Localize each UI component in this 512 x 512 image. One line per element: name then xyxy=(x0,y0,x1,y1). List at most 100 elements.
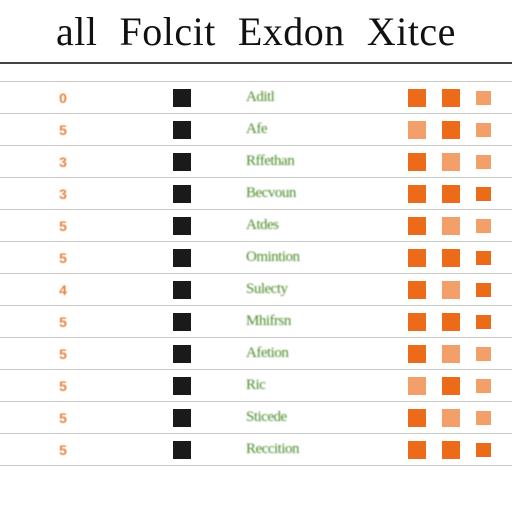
marker-cell[interactable] xyxy=(122,281,242,299)
orange-square-icon[interactable] xyxy=(408,121,426,139)
spacer-row xyxy=(0,66,512,82)
table-row[interactable]: 5 Atdes xyxy=(0,210,512,242)
status-cells[interactable] xyxy=(396,217,512,235)
marker-cell[interactable] xyxy=(122,217,242,235)
spreadsheet-grid[interactable]: 0 Aditl 5 Afe 3 Rffethan 3Becvoun 5 Atdes 5Ominti… xyxy=(0,66,512,512)
row-number: 5 xyxy=(4,346,122,362)
orange-square-icon[interactable] xyxy=(408,441,426,459)
orange-square-icon[interactable] xyxy=(476,219,491,233)
orange-square-icon[interactable] xyxy=(408,153,426,171)
row-label: Sulecty xyxy=(242,281,396,298)
status-cells[interactable] xyxy=(396,313,512,331)
row-number: 5 xyxy=(4,410,122,426)
black-square-icon xyxy=(173,153,191,171)
black-square-icon xyxy=(173,345,191,363)
orange-square-icon[interactable] xyxy=(408,345,426,363)
row-number: 5 xyxy=(4,122,122,138)
row-number: 5 xyxy=(4,378,122,394)
table-row[interactable]: 5Sticede xyxy=(0,402,512,434)
table-row[interactable]: 3Becvoun xyxy=(0,178,512,210)
status-cells[interactable] xyxy=(396,153,512,171)
black-square-icon xyxy=(173,377,191,395)
marker-cell[interactable] xyxy=(122,89,242,107)
marker-cell[interactable] xyxy=(122,153,242,171)
orange-square-icon[interactable] xyxy=(476,91,491,105)
table-row[interactable]: 5 Mhifrsn xyxy=(0,306,512,338)
marker-cell[interactable] xyxy=(122,121,242,139)
orange-square-icon[interactable] xyxy=(442,409,460,427)
orange-square-icon[interactable] xyxy=(476,155,491,169)
orange-square-icon[interactable] xyxy=(442,249,460,267)
orange-square-icon[interactable] xyxy=(442,89,460,107)
marker-cell[interactable] xyxy=(122,441,242,459)
status-cells[interactable] xyxy=(396,377,512,395)
black-square-icon xyxy=(173,409,191,427)
orange-square-icon[interactable] xyxy=(408,313,426,331)
orange-square-icon[interactable] xyxy=(408,409,426,427)
orange-square-icon[interactable] xyxy=(408,249,426,267)
black-square-icon xyxy=(173,441,191,459)
table-row[interactable]: 5Reccition xyxy=(0,434,512,466)
orange-square-icon[interactable] xyxy=(476,315,491,329)
orange-square-icon[interactable] xyxy=(442,345,460,363)
table-row[interactable]: 5 Afe xyxy=(0,114,512,146)
orange-square-icon[interactable] xyxy=(408,185,426,203)
table-row[interactable]: 5Ric xyxy=(0,370,512,402)
row-number: 3 xyxy=(4,154,122,170)
orange-square-icon[interactable] xyxy=(476,411,491,425)
black-square-icon xyxy=(173,313,191,331)
orange-square-icon[interactable] xyxy=(476,251,491,265)
status-cells[interactable] xyxy=(396,441,512,459)
table-row[interactable]: 0 Aditl xyxy=(0,82,512,114)
orange-square-icon[interactable] xyxy=(408,89,426,107)
status-cells[interactable] xyxy=(396,89,512,107)
orange-square-icon[interactable] xyxy=(442,441,460,459)
orange-square-icon[interactable] xyxy=(408,281,426,299)
orange-square-icon[interactable] xyxy=(476,187,491,201)
row-number: 5 xyxy=(4,314,122,330)
row-label: Afe xyxy=(242,121,396,138)
orange-square-icon[interactable] xyxy=(408,377,426,395)
orange-square-icon[interactable] xyxy=(442,153,460,171)
orange-square-icon[interactable] xyxy=(476,123,491,137)
status-cells[interactable] xyxy=(396,345,512,363)
orange-square-icon[interactable] xyxy=(476,283,491,297)
orange-square-icon[interactable] xyxy=(442,377,460,395)
black-square-icon xyxy=(173,121,191,139)
orange-square-icon[interactable] xyxy=(476,443,491,457)
black-square-icon xyxy=(173,89,191,107)
table-row[interactable]: 5 Afetion xyxy=(0,338,512,370)
orange-square-icon[interactable] xyxy=(442,281,460,299)
status-cells[interactable] xyxy=(396,185,512,203)
row-label: Afetion xyxy=(242,345,396,362)
row-label: Atdes xyxy=(242,217,396,234)
row-label: Mhifrsn xyxy=(242,313,396,330)
marker-cell[interactable] xyxy=(122,409,242,427)
status-cells[interactable] xyxy=(396,409,512,427)
table-row[interactable]: 4Sulecty xyxy=(0,274,512,306)
row-label: Aditl xyxy=(242,89,396,106)
marker-cell[interactable] xyxy=(122,249,242,267)
row-number: 0 xyxy=(4,90,122,106)
marker-cell[interactable] xyxy=(122,185,242,203)
status-cells[interactable] xyxy=(396,121,512,139)
black-square-icon xyxy=(173,249,191,267)
status-cells[interactable] xyxy=(396,281,512,299)
marker-cell[interactable] xyxy=(122,313,242,331)
status-cells[interactable] xyxy=(396,249,512,267)
row-label: Becvoun xyxy=(242,185,396,202)
orange-square-icon[interactable] xyxy=(476,379,491,393)
orange-square-icon[interactable] xyxy=(442,121,460,139)
row-number: 5 xyxy=(4,218,122,234)
row-number: 5 xyxy=(4,250,122,266)
orange-square-icon[interactable] xyxy=(442,217,460,235)
orange-square-icon[interactable] xyxy=(476,347,491,361)
orange-square-icon[interactable] xyxy=(442,185,460,203)
orange-square-icon[interactable] xyxy=(442,313,460,331)
table-row[interactable]: 5Omintion xyxy=(0,242,512,274)
table-row[interactable]: 3 Rffethan xyxy=(0,146,512,178)
row-label: Rffethan xyxy=(242,153,396,170)
marker-cell[interactable] xyxy=(122,345,242,363)
marker-cell[interactable] xyxy=(122,377,242,395)
orange-square-icon[interactable] xyxy=(408,217,426,235)
